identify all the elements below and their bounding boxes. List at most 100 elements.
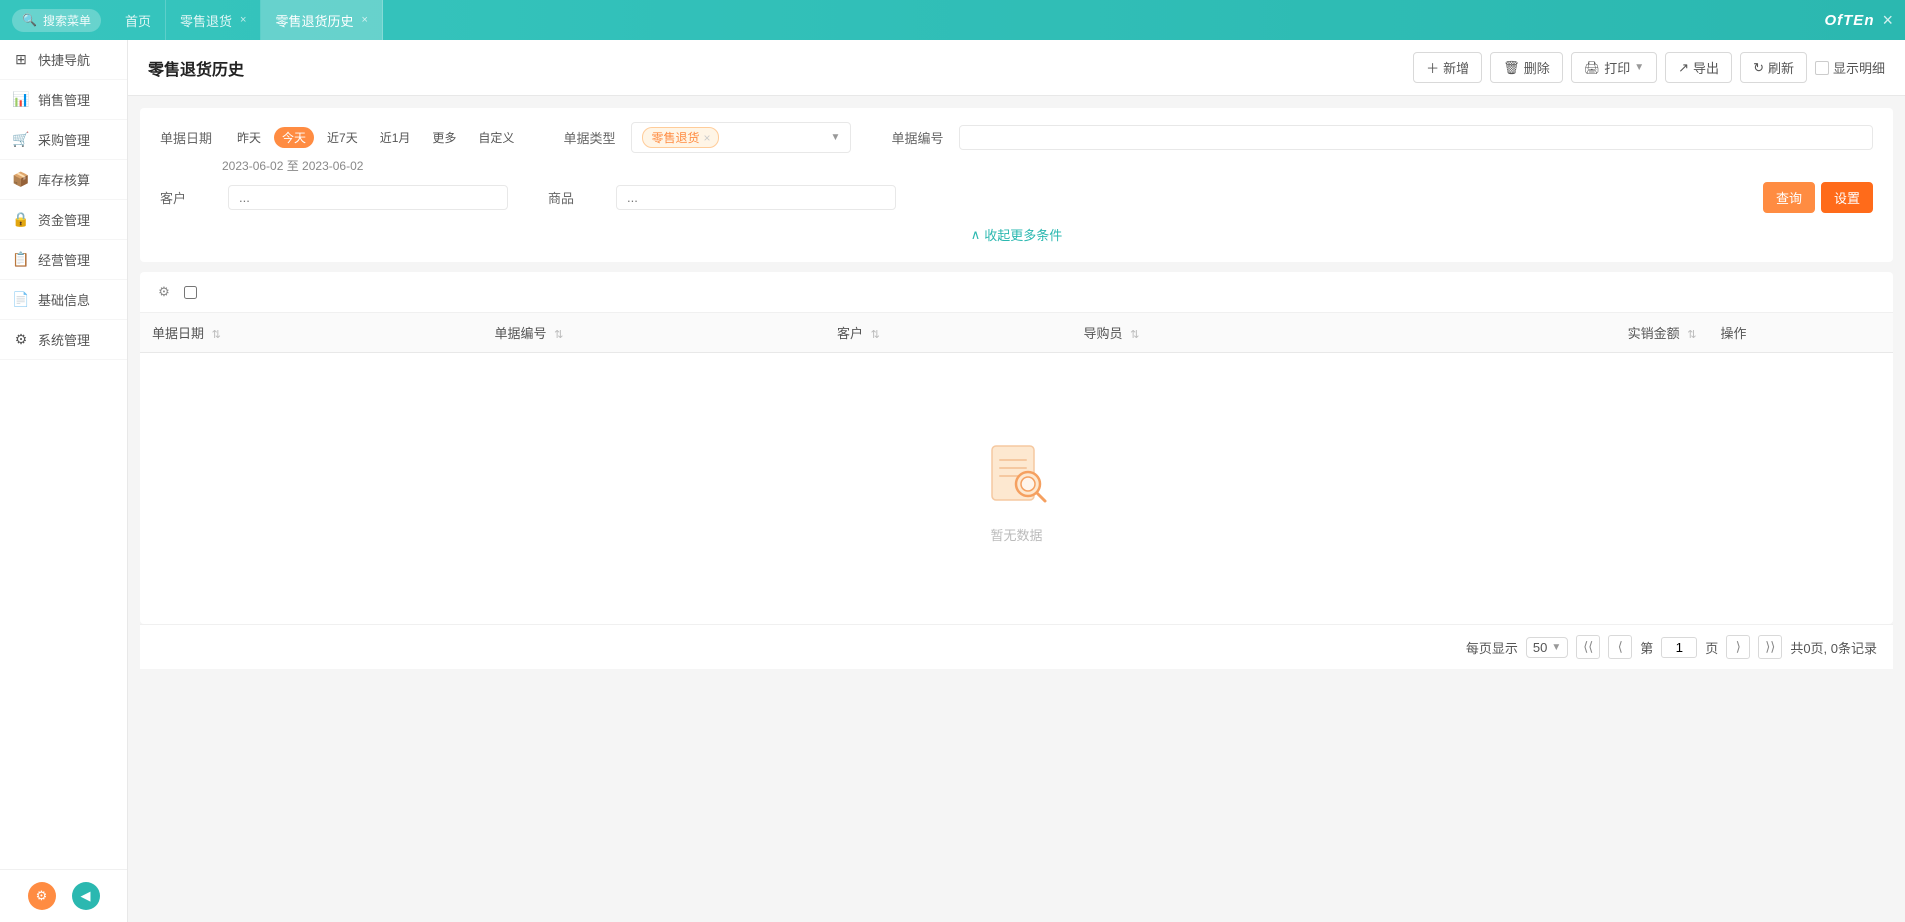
table-container: ⚙ 单据日期 ⇅ 单据编号	[140, 272, 1893, 624]
inventory-icon: 📦	[12, 171, 30, 189]
refresh-icon: ↻	[1753, 60, 1764, 76]
date-btn-1month[interactable]: 近1月	[371, 126, 420, 149]
export-label: 导出	[1693, 58, 1719, 77]
filter-customer-item: 客户	[160, 185, 508, 210]
content-area: 零售退货历史 ＋ 新增 🗑 删除 🖨 打印 ▼	[128, 40, 1905, 922]
table-head: 单据日期 ⇅ 单据编号 ⇅ 客户 ⇅	[140, 313, 1893, 353]
customer-input[interactable]	[228, 185, 508, 210]
query-button[interactable]: 查询	[1763, 182, 1815, 213]
empty-state: 暂无数据	[140, 353, 1893, 624]
finance-icon: 🔒	[12, 211, 30, 229]
last-page-button[interactable]: ⟩⟩	[1758, 635, 1782, 659]
sidebar-item-inventory[interactable]: 📦 库存核算	[0, 160, 127, 200]
sidebar-item-quick-nav[interactable]: ⊞ 快捷导航	[0, 40, 127, 80]
col-no[interactable]: 单据编号 ⇅	[482, 313, 824, 353]
per-page-value: 50	[1533, 640, 1547, 655]
sidebar-item-operations-label: 经营管理	[38, 250, 90, 269]
export-button[interactable]: ↗ 导出	[1665, 52, 1732, 83]
col-no-label: 单据编号	[494, 326, 546, 341]
display-toggle[interactable]: 显示明细	[1815, 58, 1885, 77]
col-date[interactable]: 单据日期 ⇅	[140, 313, 482, 353]
date-range-display: 2023-06-02 至 2023-06-02	[222, 159, 363, 173]
col-customer-sort-icon: ⇅	[871, 329, 880, 341]
col-customer[interactable]: 客户 ⇅	[825, 313, 1072, 353]
collapse-label: 收起更多条件	[984, 225, 1062, 244]
date-btn-yesterday[interactable]: 昨天	[228, 126, 270, 149]
col-amount-sort-icon: ⇅	[1687, 329, 1696, 341]
col-customer-label: 客户	[837, 326, 863, 341]
col-guide-label: 导购员	[1084, 326, 1123, 341]
col-action-label: 操作	[1721, 326, 1747, 341]
date-btn-7days[interactable]: 近7天	[318, 126, 367, 149]
sidebar-item-quick-nav-label: 快捷导航	[38, 50, 90, 69]
filter-row-2: 客户 商品 查询 设置	[160, 182, 1873, 213]
tab-retail-return-history[interactable]: 零售退货历史 ×	[261, 0, 382, 40]
display-checkbox[interactable]	[1815, 61, 1829, 75]
new-icon: ＋	[1426, 58, 1439, 77]
sidebar-item-basic-info-label: 基础信息	[38, 290, 90, 309]
delete-icon: 🗑	[1503, 60, 1520, 76]
sidebar-item-inventory-label: 库存核算	[38, 170, 90, 189]
refresh-button[interactable]: ↻ 刷新	[1740, 52, 1807, 83]
filter-date-item: 单据日期 昨天 今天 近7天 近1月 更多 自定义	[160, 126, 523, 149]
date-filter-label: 单据日期	[160, 128, 220, 147]
tab-home[interactable]: 首页	[111, 0, 166, 40]
collapse-button[interactable]: ∧ 收起更多条件	[160, 221, 1873, 248]
empty-state-icon	[977, 433, 1057, 513]
collapse-up-icon: ∧	[971, 227, 981, 243]
date-btn-today[interactable]: 今天	[274, 127, 314, 148]
top-bar: 🔍 搜索菜单 首页 零售退货 × 零售退货历史 × OfTEn ×	[0, 0, 1905, 40]
page-unit-label: 页	[1705, 638, 1718, 657]
sidebar-item-basic-info[interactable]: 📄 基础信息	[0, 280, 127, 320]
sidebar-item-purchase-mgmt[interactable]: 🛒 采购管理	[0, 120, 127, 160]
sidebar-item-finance[interactable]: 🔒 资金管理	[0, 200, 127, 240]
delete-button[interactable]: 🗑 删除	[1490, 52, 1563, 83]
doctype-tag: 零售退货 ×	[642, 127, 719, 148]
search-box[interactable]: 🔍 搜索菜单	[12, 9, 101, 32]
date-btn-custom[interactable]: 自定义	[469, 126, 523, 149]
tab-home-label: 首页	[125, 11, 151, 30]
print-dropdown-icon: ▼	[1634, 62, 1644, 73]
goods-input[interactable]	[616, 185, 896, 210]
sidebar-settings-button[interactable]: ⚙	[28, 882, 56, 910]
sidebar-item-sales-mgmt[interactable]: 📊 销售管理	[0, 80, 127, 120]
select-all-checkbox[interactable]	[184, 286, 197, 299]
tab-retail-return[interactable]: 零售退货 ×	[166, 0, 261, 40]
new-button[interactable]: ＋ 新增	[1413, 52, 1482, 83]
docno-input[interactable]	[959, 125, 1873, 150]
quick-nav-icon: ⊞	[12, 51, 30, 69]
tab-retail-return-history-close[interactable]: ×	[361, 14, 367, 26]
filter-row-1: 单据日期 昨天 今天 近7天 近1月 更多 自定义 单据类型	[160, 122, 1873, 153]
settings-filter-button[interactable]: 设置	[1821, 182, 1873, 213]
sidebar-speaker-button[interactable]: ◀	[72, 882, 100, 910]
sidebar-item-system-mgmt[interactable]: ⚙ 系统管理	[0, 320, 127, 360]
total-label: 共0页, 0条记录	[1790, 638, 1877, 657]
filter-goods-item: 商品	[548, 185, 1211, 210]
brand-label: OfTEn	[1824, 12, 1874, 29]
sidebar-item-purchase-mgmt-label: 采购管理	[38, 130, 90, 149]
col-amount[interactable]: 实销金额 ⇅	[1366, 313, 1708, 353]
purchase-mgmt-icon: 🛒	[12, 131, 30, 149]
prev-page-button[interactable]: ⟨	[1608, 635, 1632, 659]
col-amount-label: 实销金额	[1628, 326, 1680, 341]
print-button[interactable]: 🖨 打印 ▼	[1571, 52, 1657, 83]
tab-retail-return-close[interactable]: ×	[240, 14, 246, 26]
per-page-select[interactable]: 50 ▼	[1526, 637, 1568, 658]
doctype-tag-close[interactable]: ×	[703, 131, 710, 145]
table-settings-icon[interactable]: ⚙	[152, 280, 176, 304]
header-actions: ＋ 新增 🗑 删除 🖨 打印 ▼ ↗ 导出	[1413, 52, 1885, 83]
page-number-input[interactable]	[1661, 637, 1697, 658]
data-table: 单据日期 ⇅ 单据编号 ⇅ 客户 ⇅	[140, 313, 1893, 624]
col-guide[interactable]: 导购员 ⇅	[1072, 313, 1367, 353]
page-title: 零售退货历史	[148, 56, 244, 80]
first-page-button[interactable]: ⟨⟨	[1576, 635, 1600, 659]
page-label: 第	[1640, 638, 1653, 657]
date-btn-more[interactable]: 更多	[423, 126, 465, 149]
doctype-select[interactable]: 零售退货 × ▼	[631, 122, 851, 153]
sidebar-item-operations[interactable]: 📋 经营管理	[0, 240, 127, 280]
page-body: 单据日期 昨天 今天 近7天 近1月 更多 自定义 单据类型	[128, 96, 1905, 922]
next-page-button[interactable]: ⟩	[1726, 635, 1750, 659]
sidebar-item-sales-mgmt-label: 销售管理	[38, 90, 90, 109]
app-close-button[interactable]: ×	[1882, 10, 1893, 31]
filter-docno-item: 单据编号	[891, 125, 1873, 150]
